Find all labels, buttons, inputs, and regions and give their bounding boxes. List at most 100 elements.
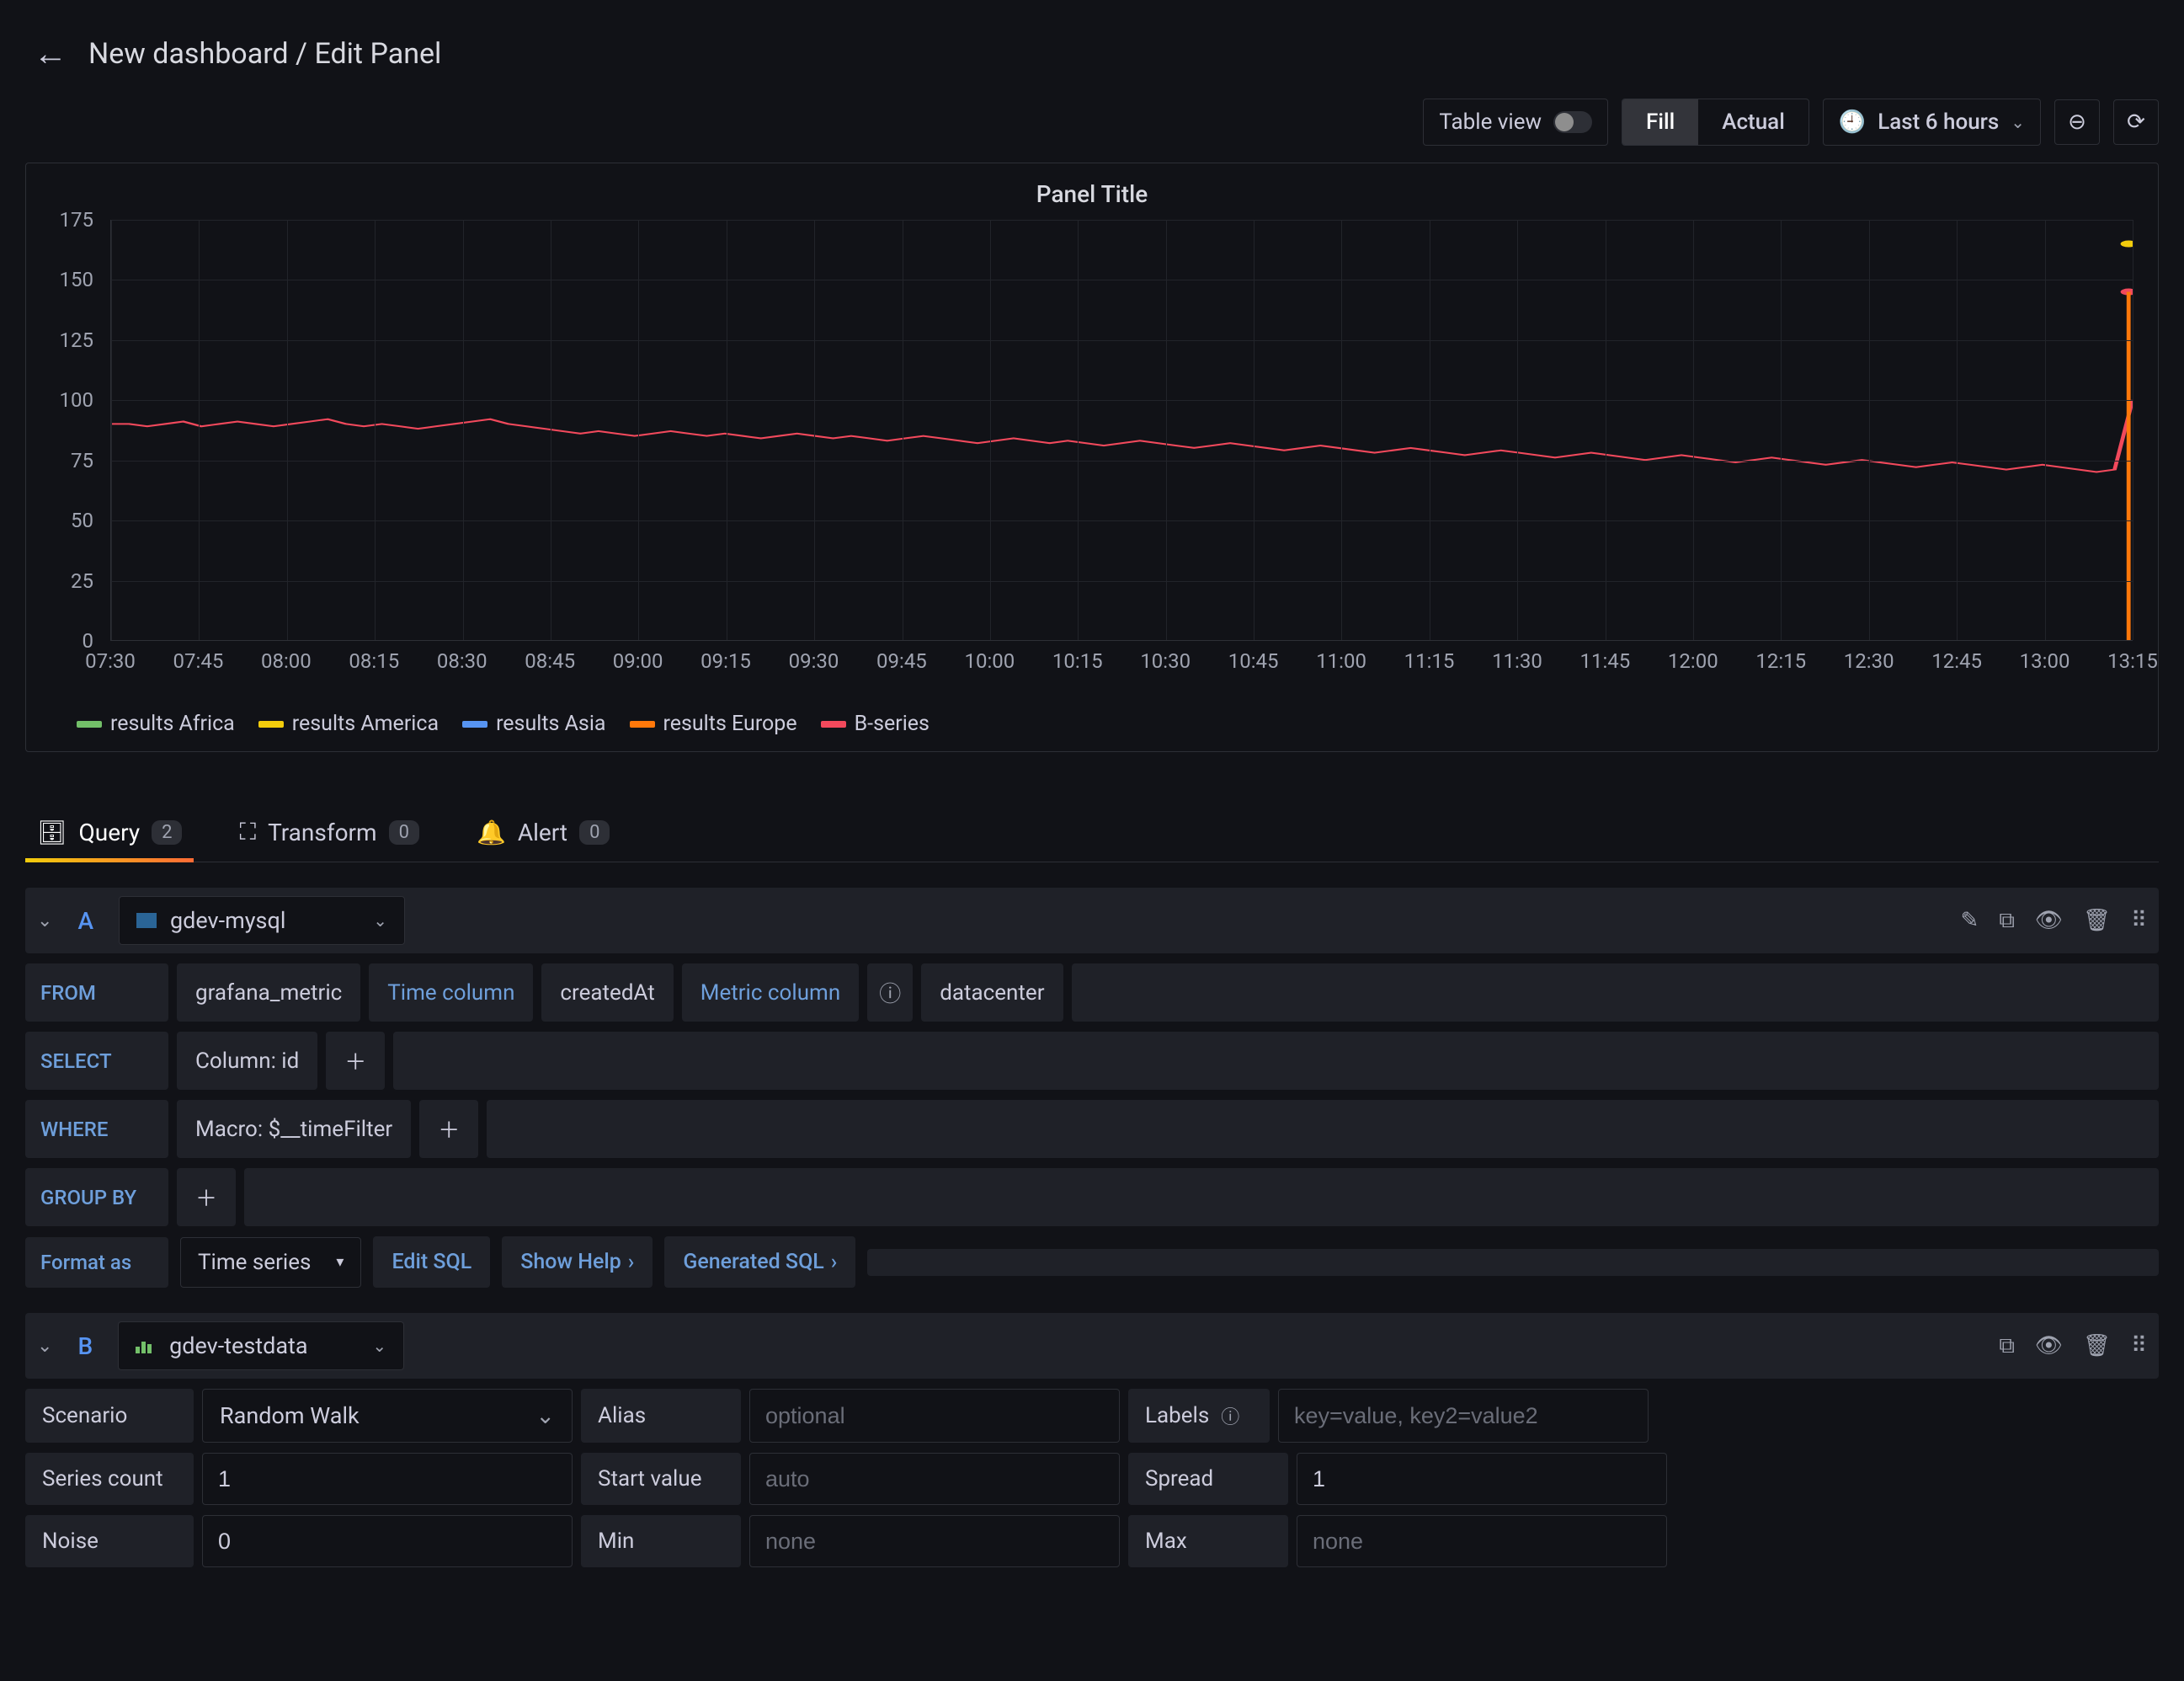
info-icon[interactable]: ⓘ — [867, 963, 913, 1022]
copy-icon[interactable]: ⧉ — [1999, 908, 2015, 934]
tab-transform-label: Transform — [268, 819, 377, 846]
chevron-down-icon: ⌄ — [2011, 112, 2025, 132]
x-tick: 09:45 — [876, 649, 927, 673]
generated-sql-button[interactable]: Generated SQL › — [664, 1236, 855, 1288]
where-label: WHERE — [25, 1100, 168, 1158]
legend-swatch — [77, 721, 102, 728]
time-column-value[interactable]: createdAt — [541, 963, 673, 1022]
panel-title: Panel Title — [26, 173, 2158, 220]
x-tick: 08:00 — [261, 649, 312, 673]
start-value-label: Start value — [581, 1453, 741, 1505]
collapse-icon[interactable]: ⌄ — [37, 1336, 52, 1357]
refresh-button[interactable]: ⟳ — [2113, 99, 2159, 145]
alias-input[interactable] — [749, 1389, 1120, 1443]
series-count-input[interactable] — [202, 1453, 573, 1505]
trash-icon[interactable]: 🗑 — [2083, 908, 2111, 934]
x-tick: 07:45 — [173, 649, 224, 673]
x-tick: 12:30 — [1844, 649, 1894, 673]
time-range-label: Last 6 hours — [1878, 109, 1999, 135]
add-select-button[interactable]: ＋ — [326, 1032, 385, 1090]
legend-item[interactable]: results Asia — [462, 712, 605, 736]
x-tick: 12:15 — [1755, 649, 1806, 673]
x-tick: 08:30 — [437, 649, 487, 673]
where-macro[interactable]: Macro: $__timeFilter — [177, 1100, 411, 1158]
back-arrow-icon[interactable]: ← — [34, 34, 67, 73]
min-label: Min — [581, 1515, 741, 1567]
mysql-icon — [136, 913, 157, 928]
query-b-actions: ⧉ 👁 🗑 ⠿ — [1999, 1333, 2147, 1359]
legend-label: B-series — [855, 712, 930, 736]
x-tick: 12:00 — [1668, 649, 1718, 673]
fill-button[interactable]: Fill — [1622, 99, 1698, 145]
datasource-select-b[interactable]: gdev-testdata ⌄ — [118, 1321, 404, 1370]
testdata-icon — [136, 1338, 156, 1353]
chevron-down-icon: ⌄ — [373, 910, 387, 931]
max-input[interactable] — [1297, 1515, 1667, 1567]
drag-icon[interactable]: ⠿ — [2131, 908, 2147, 934]
query-b: ⌄ B gdev-testdata ⌄ ⧉ 👁 🗑 ⠿ Scenario Ran… — [25, 1313, 2159, 1567]
toolbar: Table view Fill Actual 🕘 Last 6 hours ⌄ … — [0, 90, 2184, 163]
add-where-button[interactable]: ＋ — [419, 1100, 478, 1158]
from-label: FROM — [25, 963, 168, 1022]
show-help-button[interactable]: Show Help › — [502, 1236, 653, 1288]
legend-item[interactable]: results Africa — [77, 712, 235, 736]
from-table[interactable]: grafana_metric — [177, 963, 360, 1022]
table-view-toggle[interactable]: Table view — [1423, 99, 1608, 146]
metric-column-value[interactable]: datacenter — [921, 963, 1063, 1022]
query-a-id: A — [69, 907, 102, 935]
spread-label: Spread — [1128, 1453, 1288, 1505]
drag-icon[interactable]: ⠿ — [2131, 1333, 2147, 1359]
x-tick: 09:30 — [789, 649, 839, 673]
toggle-icon — [1553, 111, 1592, 133]
legend-item[interactable]: B-series — [821, 712, 930, 736]
info-icon[interactable]: ⓘ — [1221, 1402, 1239, 1429]
query-b-id: B — [69, 1332, 101, 1360]
metric-column-label: Metric column — [682, 963, 859, 1022]
legend-label: results Asia — [496, 712, 605, 736]
tab-alert[interactable]: 🔔 Alert 0 — [465, 803, 622, 862]
edit-icon[interactable]: ✎ — [1961, 908, 1979, 934]
x-tick: 09:15 — [700, 649, 751, 673]
copy-icon[interactable]: ⧉ — [1999, 1333, 2015, 1359]
y-tick: 150 — [60, 268, 93, 291]
tab-query[interactable]: 🗄 Query 2 — [25, 803, 194, 862]
legend-label: results America — [292, 712, 439, 736]
y-tick: 125 — [60, 328, 93, 352]
legend-item[interactable]: results Europe — [630, 712, 797, 736]
datasource-name-b: gdev-testdata — [169, 1332, 307, 1359]
min-input[interactable] — [749, 1515, 1120, 1567]
y-tick: 100 — [60, 388, 93, 412]
noise-input[interactable] — [202, 1515, 573, 1567]
eye-icon[interactable]: 👁 — [2035, 908, 2063, 934]
x-tick: 08:15 — [349, 649, 399, 673]
breadcrumb: New dashboard / Edit Panel — [88, 37, 441, 71]
query-a-actions: ✎ ⧉ 👁 🗑 ⠿ — [1961, 908, 2147, 934]
eye-icon[interactable]: 👁 — [2035, 1333, 2063, 1359]
start-value-input[interactable] — [749, 1453, 1120, 1505]
tab-query-label: Query — [79, 819, 141, 846]
noise-label: Noise — [25, 1515, 194, 1567]
time-range-picker[interactable]: 🕘 Last 6 hours ⌄ — [1823, 99, 2041, 146]
select-column[interactable]: Column: id — [177, 1032, 317, 1090]
format-value: Time series — [198, 1250, 311, 1275]
edit-sql-button[interactable]: Edit SQL — [373, 1236, 490, 1288]
labels-input[interactable] — [1278, 1389, 1649, 1443]
row-filler — [867, 1249, 2159, 1276]
add-groupby-button[interactable]: ＋ — [177, 1168, 236, 1226]
query-a-header: ⌄ A gdev-mysql ⌄ ✎ ⧉ 👁 🗑 ⠿ — [25, 888, 2159, 953]
scenario-select[interactable]: Random Walk ⌄ — [202, 1389, 573, 1443]
groupby-label: GROUP BY — [25, 1168, 168, 1226]
actual-button[interactable]: Actual — [1698, 99, 1808, 145]
zoom-out-button[interactable]: ⊖ — [2054, 99, 2100, 145]
y-tick: 50 — [71, 509, 93, 532]
legend-swatch — [462, 721, 487, 728]
collapse-icon[interactable]: ⌄ — [37, 910, 52, 931]
datasource-select-a[interactable]: gdev-mysql ⌄ — [119, 896, 405, 945]
legend-label: results Europe — [663, 712, 797, 736]
tab-transform[interactable]: ⛶ Transform 0 — [227, 803, 431, 862]
format-select[interactable]: Time series ▾ — [180, 1237, 361, 1288]
series-count-label: Series count — [25, 1453, 194, 1505]
trash-icon[interactable]: 🗑 — [2083, 1333, 2111, 1359]
spread-input[interactable] — [1297, 1453, 1667, 1505]
legend-item[interactable]: results America — [258, 712, 439, 736]
